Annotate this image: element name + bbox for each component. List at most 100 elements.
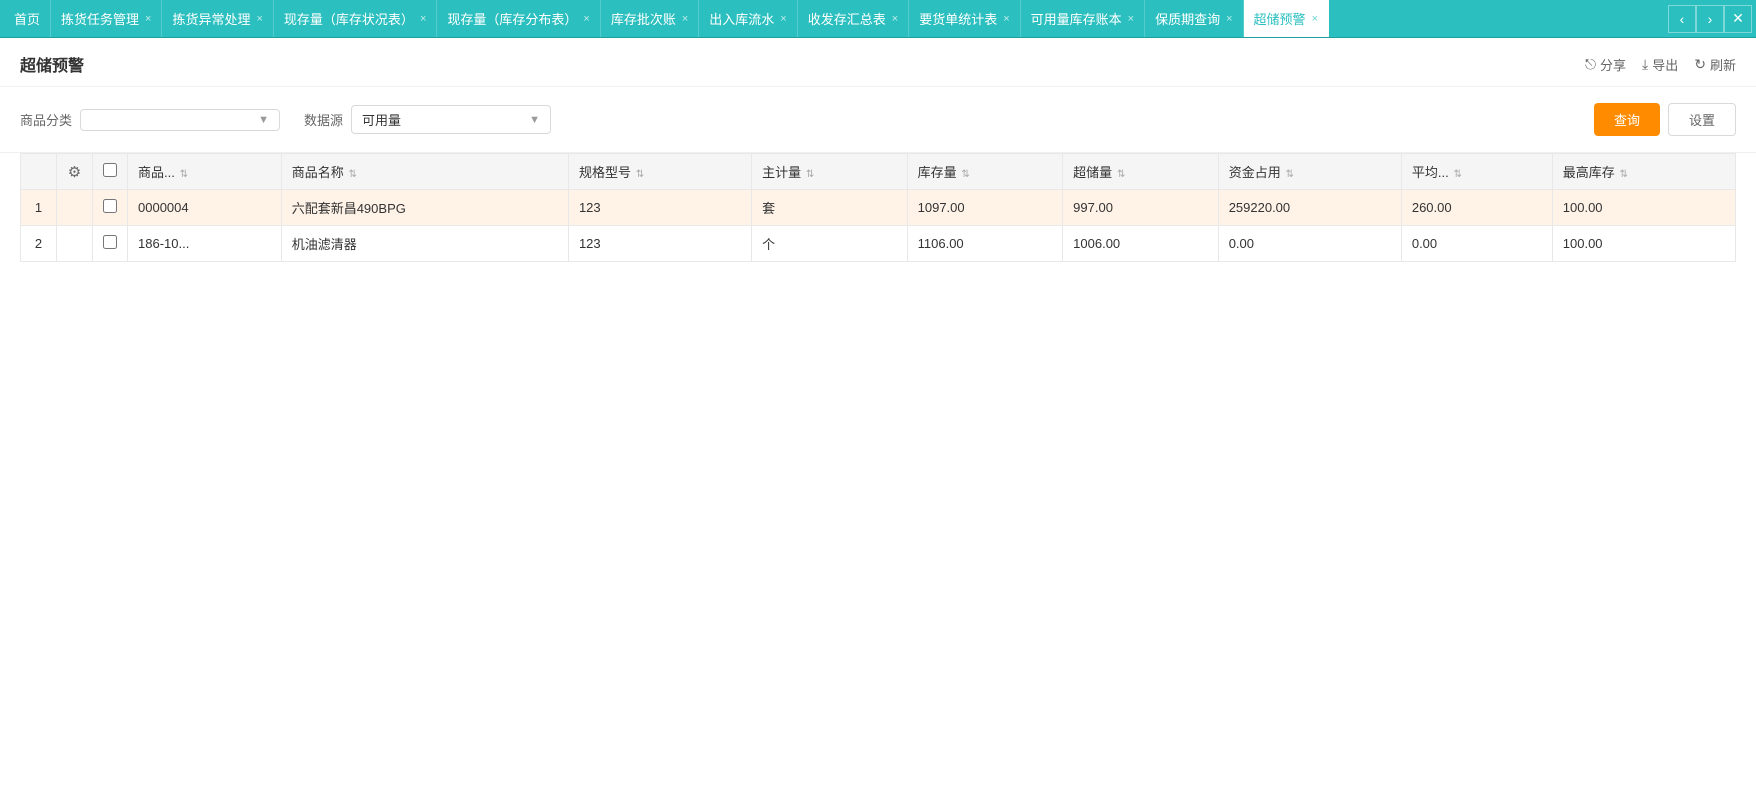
col-header-spec[interactable]: 规格型号 ⇅ bbox=[568, 154, 751, 190]
cell-max_stock-1: 100.00 bbox=[1552, 226, 1735, 262]
sort-icon-stock: ⇅ bbox=[959, 169, 970, 180]
cell-avg-1: 0.00 bbox=[1401, 226, 1552, 262]
cell-over_stock-1: 1006.00 bbox=[1063, 226, 1219, 262]
main-content: 超储预警 ⎋ 分享 ⤓ 导出 ↻ 刷新 商品分类 ▼ 数据源 bbox=[0, 38, 1756, 800]
cell-spec-0: 123 bbox=[568, 190, 751, 226]
nav-next-button[interactable]: › bbox=[1696, 5, 1724, 33]
category-label: 商品分类 bbox=[20, 110, 72, 129]
topbar-tab-over-storage[interactable]: 超储预警× bbox=[1244, 0, 1329, 38]
col-header-capital_occ[interactable]: 资金占用 ⇅ bbox=[1218, 154, 1401, 190]
cell-over_stock-0: 997.00 bbox=[1063, 190, 1219, 226]
cell-capital_occ-1: 0.00 bbox=[1218, 226, 1401, 262]
datasource-select[interactable]: 可用量 ▼ bbox=[351, 105, 551, 134]
close-tab-quality-period-icon[interactable]: × bbox=[1226, 13, 1232, 25]
row-gear-0 bbox=[57, 190, 93, 226]
share-icon: ⎋ bbox=[1585, 56, 1596, 73]
row-gear-1 bbox=[57, 226, 93, 262]
cell-unit-1: 个 bbox=[752, 226, 908, 262]
select-all-checkbox[interactable] bbox=[103, 163, 117, 177]
close-tab-inventory-dist-icon[interactable]: × bbox=[583, 13, 589, 25]
export-button[interactable]: ⤓ 导出 bbox=[1642, 55, 1678, 74]
row-checkbox-cell-1 bbox=[93, 226, 128, 262]
col-header-avg[interactable]: 平均... ⇅ bbox=[1401, 154, 1552, 190]
topbar-tab-task-mgmt[interactable]: 拣货任务管理× bbox=[51, 0, 162, 38]
col-header-product_code[interactable]: 商品... ⇅ bbox=[128, 154, 282, 190]
close-tab-batch-icon[interactable]: × bbox=[682, 13, 688, 25]
nav-close-button[interactable]: ✕ bbox=[1724, 5, 1752, 33]
table-container: ⚙ 商品... ⇅商品名称 ⇅规格型号 ⇅主计量 ⇅库存量 ⇅超储量 ⇅资金占用 … bbox=[0, 153, 1756, 262]
cell-product_name-0: 六配套新昌490BPG bbox=[281, 190, 568, 226]
table-body: 1 0000004六配套新昌490BPG123套1097.00997.002592… bbox=[21, 190, 1736, 262]
data-table: ⚙ 商品... ⇅商品名称 ⇅规格型号 ⇅主计量 ⇅库存量 ⇅超储量 ⇅资金占用 … bbox=[20, 153, 1736, 262]
export-icon: ⤓ bbox=[1642, 56, 1648, 73]
row-checkbox-0[interactable] bbox=[103, 199, 117, 213]
query-button[interactable]: 查询 bbox=[1594, 103, 1660, 136]
nav-prev-button[interactable]: ‹ bbox=[1668, 5, 1696, 33]
col-header-max_stock[interactable]: 最高库存 ⇅ bbox=[1552, 154, 1735, 190]
col-header-unit[interactable]: 主计量 ⇅ bbox=[752, 154, 908, 190]
share-button[interactable]: ⎋ 分享 bbox=[1585, 55, 1626, 74]
close-tab-order-stat-icon[interactable]: × bbox=[1003, 13, 1009, 25]
col-header-over_stock[interactable]: 超储量 ⇅ bbox=[1063, 154, 1219, 190]
refresh-icon: ↻ bbox=[1694, 56, 1706, 73]
topbar-tab-inventory-status[interactable]: 现存量（库存状况表）× bbox=[274, 0, 437, 38]
sort-icon-spec: ⇅ bbox=[633, 169, 644, 180]
close-tab-abnormal-icon[interactable]: × bbox=[256, 13, 262, 25]
cell-stock-1: 1106.00 bbox=[907, 226, 1063, 262]
topbar-tab-batch[interactable]: 库存批次账× bbox=[601, 0, 699, 38]
table-row: 1 0000004六配套新昌490BPG123套1097.00997.002592… bbox=[21, 190, 1736, 226]
cell-max_stock-0: 100.00 bbox=[1552, 190, 1735, 226]
sort-icon-over_stock: ⇅ bbox=[1114, 169, 1125, 180]
datasource-label: 数据源 bbox=[304, 110, 343, 129]
close-tab-collect-send-icon[interactable]: × bbox=[892, 13, 898, 25]
col-header-rownum bbox=[21, 154, 57, 190]
category-filter-group: 商品分类 ▼ bbox=[20, 109, 280, 131]
page-header: 超储预警 ⎋ 分享 ⤓ 导出 ↻ 刷新 bbox=[0, 38, 1756, 87]
topbar-tab-abnormal[interactable]: 拣货异常处理× bbox=[162, 0, 273, 38]
cell-capital_occ-0: 259220.00 bbox=[1218, 190, 1401, 226]
filter-area: 商品分类 ▼ 数据源 可用量 ▼ 查询 设置 bbox=[0, 87, 1756, 153]
close-tab-over-storage-icon[interactable]: × bbox=[1312, 13, 1318, 25]
refresh-button[interactable]: ↻ 刷新 bbox=[1694, 55, 1736, 74]
topbar-tab-usable-inventory[interactable]: 可用量库存账本× bbox=[1021, 0, 1145, 38]
col-header-gear: ⚙ bbox=[57, 154, 93, 190]
cell-product_name-1: 机油滤清器 bbox=[281, 226, 568, 262]
topbar-tab-order-stat[interactable]: 要货单统计表× bbox=[909, 0, 1020, 38]
topbar-nav-buttons: ‹ › ✕ bbox=[1668, 5, 1752, 33]
close-tab-inout-flow-icon[interactable]: × bbox=[780, 13, 786, 25]
cell-unit-0: 套 bbox=[752, 190, 908, 226]
sort-icon-product_name: ⇅ bbox=[346, 169, 357, 180]
datasource-select-value: 可用量 bbox=[362, 110, 525, 129]
category-select[interactable]: ▼ bbox=[80, 109, 280, 131]
close-tab-usable-inventory-icon[interactable]: × bbox=[1128, 13, 1134, 25]
header-actions: ⎋ 分享 ⤓ 导出 ↻ 刷新 bbox=[1585, 55, 1736, 74]
sort-icon-product_code: ⇅ bbox=[177, 169, 188, 180]
sort-icon-unit: ⇅ bbox=[803, 169, 814, 180]
datasource-dropdown-icon: ▼ bbox=[529, 114, 540, 126]
topbar-tab-inventory-dist[interactable]: 现存量（库存分布表）× bbox=[437, 0, 600, 38]
datasource-filter-group: 数据源 可用量 ▼ bbox=[304, 105, 551, 134]
table-head: ⚙ 商品... ⇅商品名称 ⇅规格型号 ⇅主计量 ⇅库存量 ⇅超储量 ⇅资金占用 … bbox=[21, 154, 1736, 190]
table-row: 2186-10...机油滤清器123个1106.001006.000.000.0… bbox=[21, 226, 1736, 262]
sort-icon-max_stock: ⇅ bbox=[1617, 169, 1628, 180]
category-dropdown-icon: ▼ bbox=[258, 114, 269, 126]
col-header-product_name[interactable]: 商品名称 ⇅ bbox=[281, 154, 568, 190]
close-tab-inventory-status-icon[interactable]: × bbox=[420, 13, 426, 25]
cell-avg-0: 260.00 bbox=[1401, 190, 1552, 226]
topbar-tab-inout-flow[interactable]: 出入库流水× bbox=[699, 0, 797, 38]
topbar-tab-home[interactable]: 首页 bbox=[4, 0, 51, 38]
cell-product_code-0: 0000004 bbox=[128, 190, 282, 226]
cell-product_code-1: 186-10... bbox=[128, 226, 282, 262]
settings-button[interactable]: 设置 bbox=[1668, 103, 1736, 136]
topbar-tab-collect-send[interactable]: 收发存汇总表× bbox=[798, 0, 909, 38]
col-header-stock[interactable]: 库存量 ⇅ bbox=[907, 154, 1063, 190]
close-tab-task-mgmt-icon[interactable]: × bbox=[145, 13, 151, 25]
col-header-checkbox bbox=[93, 154, 128, 190]
row-num-0: 1 bbox=[21, 190, 57, 226]
cell-stock-0: 1097.00 bbox=[907, 190, 1063, 226]
topbar: 首页拣货任务管理×拣货异常处理×现存量（库存状况表）×现存量（库存分布表）×库存… bbox=[0, 0, 1756, 38]
gear-icon[interactable]: ⚙ bbox=[68, 164, 81, 181]
topbar-tab-quality-period[interactable]: 保质期查询× bbox=[1145, 0, 1243, 38]
filter-action-buttons: 查询 设置 bbox=[1594, 103, 1736, 136]
row-checkbox-1[interactable] bbox=[103, 235, 117, 249]
